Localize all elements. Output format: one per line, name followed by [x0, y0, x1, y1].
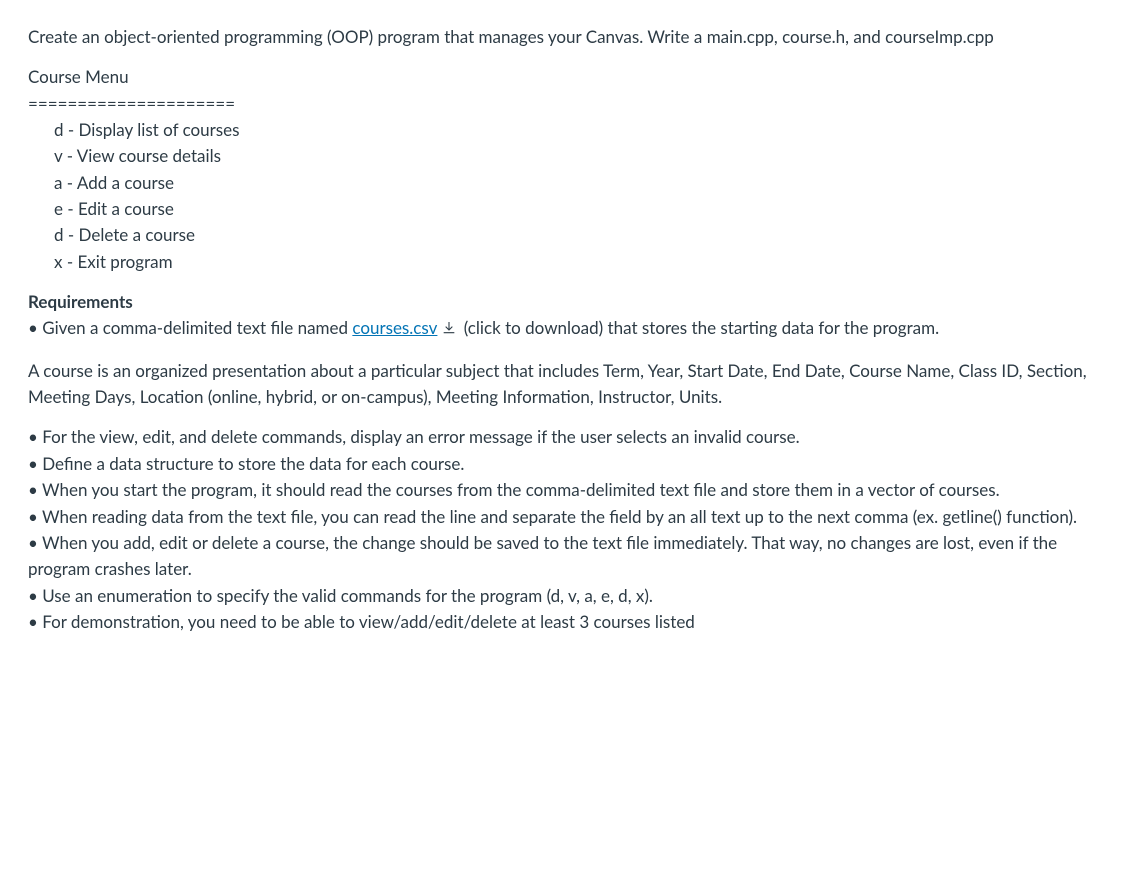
courses-csv-link[interactable]: courses.csv: [352, 317, 437, 338]
requirements-heading: Requirements: [28, 289, 1118, 315]
intro-paragraph: Create an object-oriented programming (O…: [28, 24, 1118, 50]
menu-item: d - Delete a course: [54, 222, 1118, 248]
menu-item: v - View course details: [54, 143, 1118, 169]
menu-title: Course Menu: [28, 64, 1118, 90]
bullet-prefix: • Given a comma-delimited text file name…: [28, 317, 352, 338]
menu-item: x - Exit program: [54, 249, 1118, 275]
requirement-bullet: • When you start the program, it should …: [28, 477, 1118, 503]
menu-item: a - Add a course: [54, 170, 1118, 196]
requirement-bullet: • When you add, edit or delete a course,…: [28, 530, 1118, 583]
requirements-block: Requirements • Given a comma-delimited t…: [28, 289, 1118, 344]
menu-separator: =====================: [28, 91, 1118, 117]
course-description: A course is an organized presentation ab…: [28, 358, 1118, 411]
menu-items-list: d - Display list of courses v - View cou…: [28, 117, 1118, 275]
requirements-bullets: • For the view, edit, and delete command…: [28, 424, 1118, 635]
requirement-bullet: • When reading data from the text file, …: [28, 504, 1118, 530]
download-icon[interactable]: [441, 317, 457, 343]
menu-item: d - Display list of courses: [54, 117, 1118, 143]
requirement-bullet-file: • Given a comma-delimited text file name…: [28, 315, 1118, 343]
menu-item: e - Edit a course: [54, 196, 1118, 222]
requirement-bullet: • For the view, edit, and delete command…: [28, 424, 1118, 450]
requirement-bullet: • For demonstration, you need to be able…: [28, 609, 1118, 635]
course-menu-block: Course Menu ===================== d - Di…: [28, 64, 1118, 275]
bullet-suffix: (click to download) that stores the star…: [459, 317, 939, 338]
requirement-bullet: • Use an enumeration to specify the vali…: [28, 583, 1118, 609]
requirement-bullet: • Define a data structure to store the d…: [28, 451, 1118, 477]
